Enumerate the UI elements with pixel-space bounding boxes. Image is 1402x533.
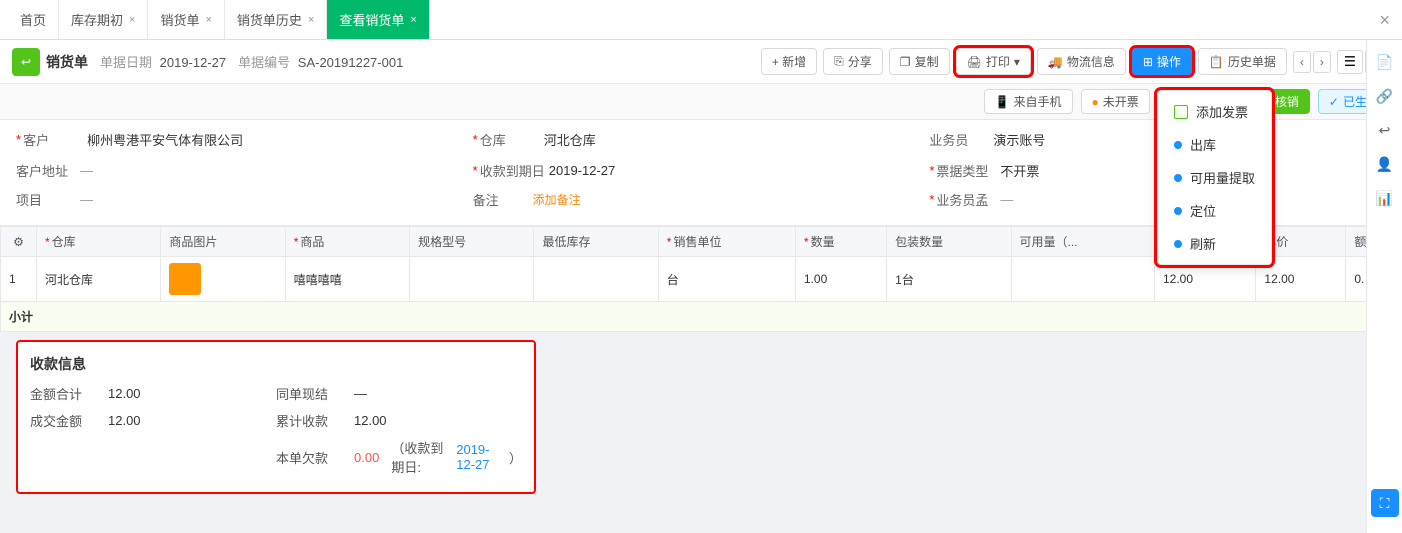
nav-next[interactable]: ›: [1313, 51, 1331, 73]
customer-field: * 客户 柳州粤港平安气体有限公司: [16, 128, 473, 151]
sidebar-icon-chart[interactable]: 📊: [1371, 184, 1399, 212]
payment-cumulative-row: 累计收款 12.00: [276, 411, 522, 430]
open-ticket-btn[interactable]: ● 未开票: [1081, 89, 1150, 114]
dropdown-refresh[interactable]: 刷新: [1158, 227, 1271, 260]
project-field: 项目 —: [16, 190, 473, 209]
toolbar-right: + 新增 ⎘ 分享 ❐ 复制 🖨 打印 ▾ 🚚 物流信息 ⊞ 操作: [761, 48, 1390, 75]
dropdown-locate[interactable]: 定位: [1158, 194, 1271, 227]
sidebar-icon-return[interactable]: ↩: [1371, 116, 1399, 144]
operation-button[interactable]: ⊞ 操作: [1132, 48, 1192, 75]
tab-bar: 首页 库存期初 × 销货单 × 销货单历史 × 查看销货单 × ×: [0, 0, 1402, 40]
close-tab-view-sales[interactable]: ×: [410, 14, 416, 26]
share-button[interactable]: ⎘ 分享: [823, 48, 883, 75]
tab-home[interactable]: 首页: [8, 0, 59, 39]
cell-unit: 台: [658, 257, 795, 302]
history-button[interactable]: 📋 历史单据: [1198, 48, 1287, 75]
doc-info: ↩ 销货单: [12, 48, 88, 76]
outbound-dot-icon: [1174, 141, 1182, 149]
tab-sales-order[interactable]: 销货单 ×: [148, 0, 224, 39]
cell-avail: [1011, 257, 1155, 302]
note-field: 备注 添加备注: [473, 190, 930, 209]
logistics-button[interactable]: 🚚 物流信息: [1037, 48, 1126, 75]
cell-min-stock: [534, 257, 658, 302]
right-sidebar: 📄 🔗 ↩ 👤 📊 ⛶: [1366, 40, 1402, 533]
col-unit: *销售单位: [658, 227, 795, 257]
toolbar-left: ↩ 销货单 单据日期 2019-12-27 单据编号 SA-20191227-0…: [12, 48, 753, 76]
cell-pack-qty: 1台: [887, 257, 1011, 302]
sidebar-icon-user[interactable]: 👤: [1371, 150, 1399, 178]
doc-type-icon: ↩: [12, 48, 40, 76]
sidebar-icon-expand[interactable]: ⛶: [1371, 489, 1399, 517]
close-tab-sales[interactable]: ×: [205, 14, 211, 26]
payment-settle-row: 同单现结 —: [276, 384, 522, 403]
nav-prev[interactable]: ‹: [1293, 51, 1311, 73]
invoice-icon: [1174, 105, 1188, 119]
window-close-icon[interactable]: ×: [1379, 10, 1390, 31]
product-image: [169, 263, 201, 295]
cell-qty: 1.00: [795, 257, 886, 302]
payment-arrears-row: 本单欠款 0.00 （收款到期日: 2019-12-27 ）: [276, 438, 522, 476]
due-date-field: * 收款到期日 2019-12-27: [473, 161, 930, 180]
close-tab-inventory[interactable]: ×: [129, 14, 135, 26]
meta-number: 单据编号 SA-20191227-001: [238, 52, 403, 71]
col-spec: 规格型号: [410, 227, 534, 257]
meta-date: 单据日期 2019-12-27: [100, 52, 226, 71]
nav-arrows: ‹ ›: [1293, 51, 1331, 73]
copy-button[interactable]: ❐ 复制: [889, 48, 950, 75]
close-tab-history[interactable]: ×: [308, 14, 314, 26]
col-img: 商品图片: [161, 227, 285, 257]
locate-dot-icon: [1174, 207, 1182, 215]
extract-dot-icon: [1174, 174, 1182, 182]
print-button[interactable]: 🖨 打印 ▾: [956, 48, 1031, 75]
cell-spec: [410, 257, 534, 302]
refresh-dot-icon: [1174, 240, 1182, 248]
payment-total-row: 金额合计 12.00: [30, 384, 276, 403]
cell-img: [161, 257, 285, 302]
dropdown-outbound[interactable]: 出库: [1158, 128, 1271, 161]
col-settings: ⚙: [1, 227, 37, 257]
subtotal-label: 小计: [1, 302, 1402, 332]
address-field: 客户地址 —: [16, 161, 473, 180]
sidebar-icon-doc[interactable]: 📄: [1371, 48, 1399, 76]
operation-dropdown: 添加发票 出库 可用量提取 定位 刷新: [1157, 90, 1272, 265]
warehouse-field: * 仓库 河北仓库: [473, 128, 930, 151]
tab-inventory-init[interactable]: 库存期初 ×: [59, 0, 148, 39]
view-list[interactable]: ☰: [1337, 50, 1363, 74]
main-toolbar: ↩ 销货单 单据日期 2019-12-27 单据编号 SA-20191227-0…: [0, 40, 1402, 84]
payment-info-box: 收款信息 金额合计 12.00 同单现结 — 成交金额 12.00 累计收款 1…: [16, 340, 536, 494]
add-note-btn[interactable]: 添加备注: [533, 191, 581, 208]
subtotal-row: 小计: [1, 302, 1402, 332]
sidebar-icon-link[interactable]: 🔗: [1371, 82, 1399, 110]
payment-title: 收款信息: [30, 354, 522, 374]
tab-view-sales[interactable]: 查看销货单 ×: [327, 0, 429, 39]
col-min-stock: 最低库存: [534, 227, 658, 257]
cell-product: 嘻嘻嘻嘻: [285, 257, 409, 302]
payment-deal-row: 成交金额 12.00: [30, 411, 276, 430]
col-qty: *数量: [795, 227, 886, 257]
col-product: *商品: [285, 227, 409, 257]
col-avail: 可用量（...: [1011, 227, 1155, 257]
dropdown-add-invoice[interactable]: 添加发票: [1158, 95, 1271, 128]
doc-title: 销货单: [46, 52, 88, 72]
col-pack-qty: 包装数量: [887, 227, 1011, 257]
cell-no: 1: [1, 257, 37, 302]
cell-warehouse: 河北仓库: [37, 257, 161, 302]
dropdown-avail-extract[interactable]: 可用量提取: [1158, 161, 1271, 194]
tab-sales-history[interactable]: 销货单历史 ×: [225, 0, 327, 39]
phone-btn[interactable]: 📱 来自手机: [984, 89, 1073, 114]
col-warehouse: *仓库: [37, 227, 161, 257]
new-button[interactable]: + 新增: [761, 48, 817, 75]
